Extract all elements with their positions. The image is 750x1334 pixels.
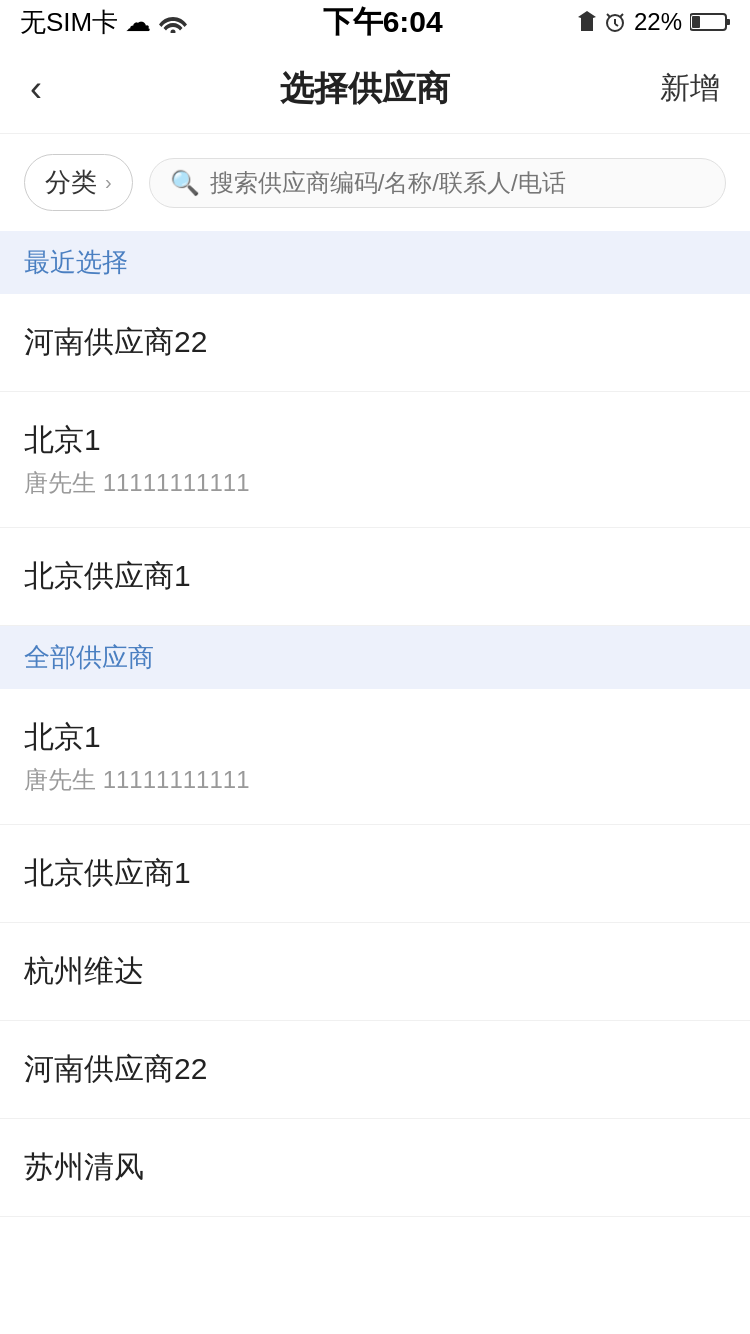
chevron-right-icon: › [105,171,112,194]
svg-point-0 [171,30,176,34]
all-list: 北京1 唐先生 11111111111 北京供应商1 杭州维达河南供应商22 苏州清… [0,689,750,1217]
filter-bar: 分类 › 🔍 [0,134,750,231]
item-name: 河南供应商22 [24,322,726,363]
list-item[interactable]: 杭州维达 [0,923,750,1021]
list-item[interactable]: 河南供应商22 [0,294,750,392]
item-contact: 唐先生 11111111111 [24,764,726,796]
new-add-button[interactable]: 新增 [640,68,720,109]
svg-line-3 [615,24,618,26]
search-input[interactable] [210,169,705,197]
list-item[interactable]: 北京供应商1 [0,825,750,923]
list-item[interactable]: 北京1 唐先生 11111111111 [0,392,750,528]
category-label: 分类 [45,165,97,200]
item-name: 北京1 [24,717,726,758]
list-item[interactable]: 北京供应商1 [0,528,750,626]
battery-label: 22% [634,8,682,36]
recent-section-header: 最近选择 [0,231,750,294]
status-bar: 无SIM卡 ☁ 下午6:04 22% [0,0,750,44]
category-button[interactable]: 分类 › [24,154,133,211]
list-item[interactable]: 北京1 唐先生 11111111111 [0,689,750,825]
search-icon: 🔍 [170,169,200,197]
item-name: 北京供应商1 [24,853,726,894]
no-sim-label: 无SIM卡 ☁ [20,5,151,40]
item-name: 北京1 [24,420,726,461]
battery-icon [690,12,730,32]
status-time: 下午6:04 [323,2,443,43]
back-button[interactable]: ‹ [30,68,90,110]
list-item[interactable]: 苏州清风 [0,1119,750,1217]
svg-rect-7 [726,19,730,25]
search-box[interactable]: 🔍 [149,158,726,208]
status-left: 无SIM卡 ☁ [20,5,187,40]
item-name: 河南供应商22 [24,1049,726,1090]
svg-line-5 [620,14,623,17]
all-section-header: 全部供应商 [0,626,750,689]
status-right: 22% [578,8,730,36]
list-item[interactable]: 河南供应商22 [0,1021,750,1119]
svg-rect-8 [692,16,700,28]
wifi-icon [159,11,187,33]
item-contact: 唐先生 11111111111 [24,467,726,499]
svg-line-4 [607,14,610,17]
recent-list: 河南供应商22 北京1 唐先生 11111111111 北京供应商1 [0,294,750,626]
item-name: 北京供应商1 [24,556,726,597]
location-icon [578,11,596,33]
alarm-icon [604,11,626,33]
nav-bar: ‹ 选择供应商 新增 [0,44,750,134]
nav-title: 选择供应商 [280,66,450,112]
item-name: 杭州维达 [24,951,726,992]
item-name: 苏州清风 [24,1147,726,1188]
